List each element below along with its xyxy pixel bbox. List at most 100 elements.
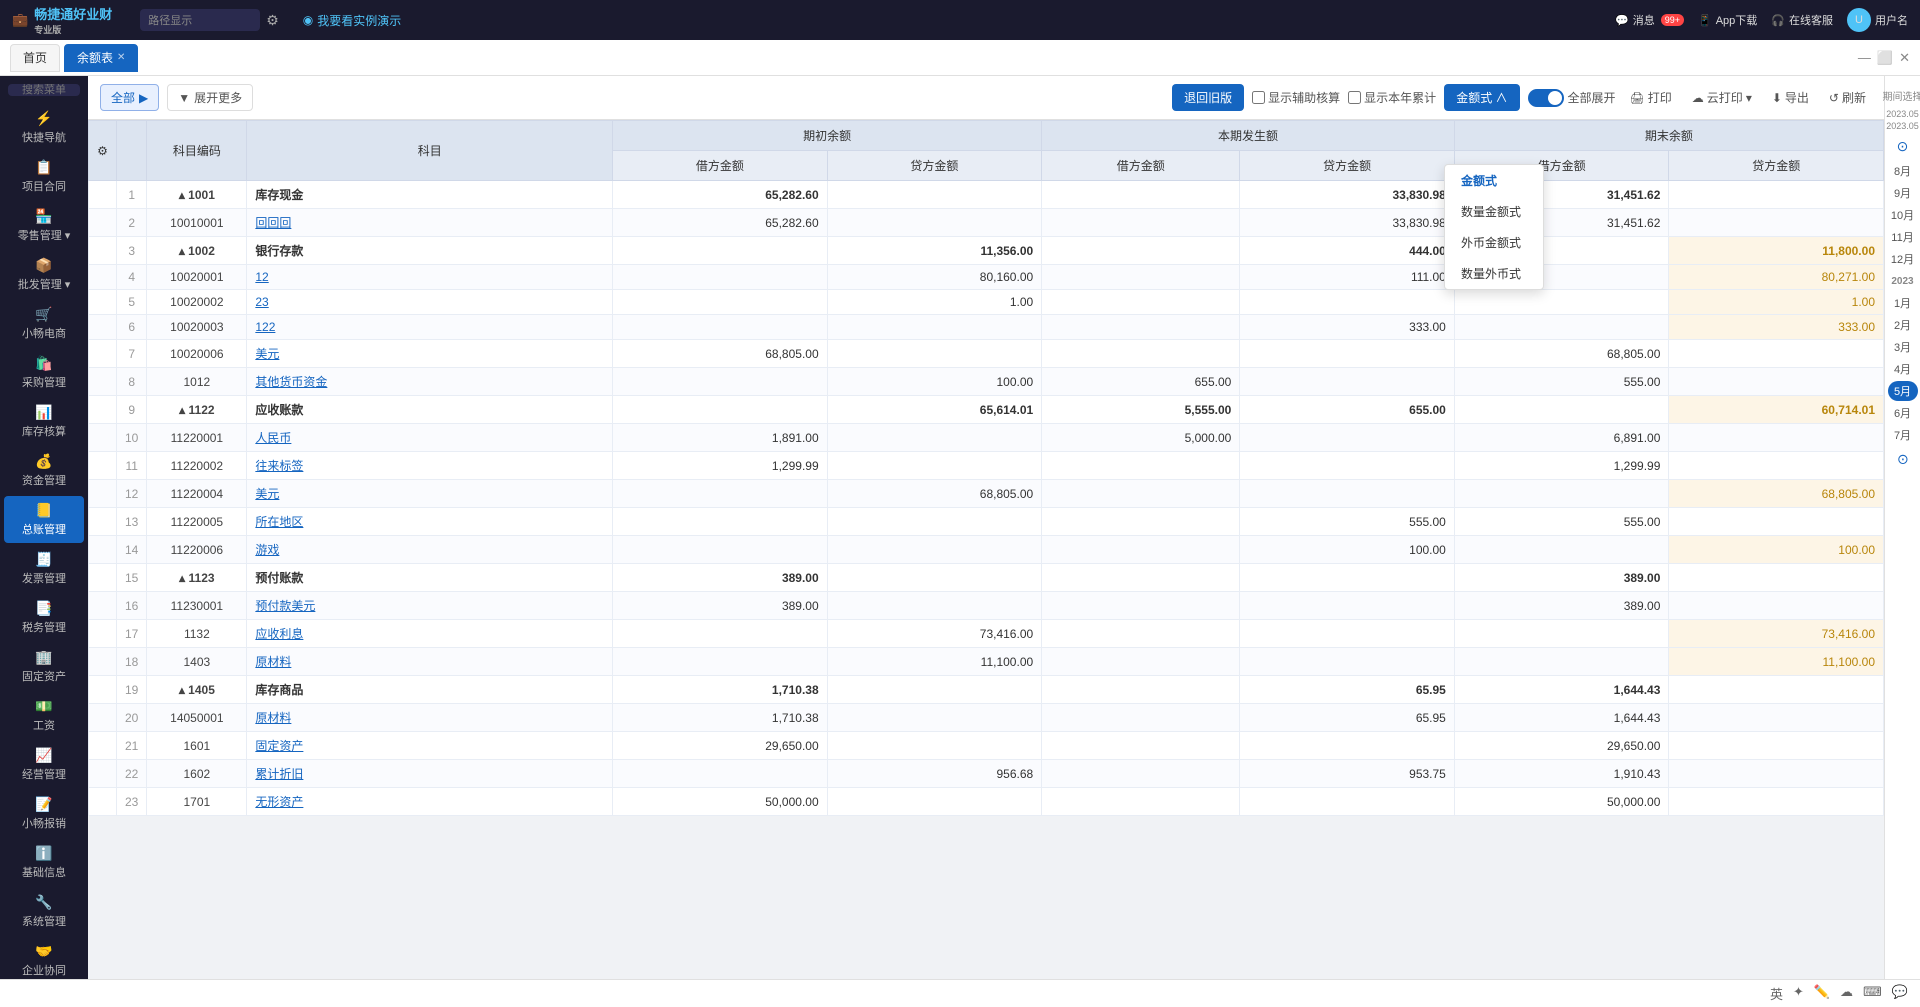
online-service-btn[interactable]: 🎧 在线客服	[1771, 12, 1833, 28]
row-name[interactable]: 游戏	[247, 536, 613, 564]
row-gear[interactable]	[89, 732, 117, 760]
sidebar-item-project[interactable]: 📋 项目合同	[4, 153, 84, 200]
name-link[interactable]: 美元	[255, 487, 279, 501]
name-link[interactable]: 其他货币资金	[255, 375, 327, 389]
toggle-track[interactable]	[1528, 89, 1564, 107]
row-name[interactable]: 原材料	[247, 648, 613, 676]
auxiliary-checkbox-input[interactable]	[1252, 91, 1265, 104]
sidebar-item-system[interactable]: 🔧 系统管理	[4, 888, 84, 935]
collapse-down-icon[interactable]: ⊙	[1897, 451, 1909, 468]
name-link[interactable]: 原材料	[255, 655, 291, 669]
month-1[interactable]: 1月	[1888, 293, 1918, 313]
tab-close-all-icon[interactable]: ✕	[1899, 50, 1910, 66]
name-link[interactable]: 回回回	[255, 216, 291, 230]
row-name[interactable]: 固定资产	[247, 732, 613, 760]
tab-home[interactable]: 首页	[10, 44, 60, 72]
month-2[interactable]: 2月	[1888, 315, 1918, 335]
name-link[interactable]: 应收利息	[255, 627, 303, 641]
row-gear[interactable]	[89, 265, 117, 290]
sidebar-item-wholesale[interactable]: 📦 批发管理 ▾	[4, 251, 84, 298]
month-5[interactable]: 5月	[1888, 381, 1918, 401]
row-gear[interactable]	[89, 368, 117, 396]
name-link[interactable]: 122	[255, 320, 275, 334]
row-gear[interactable]	[89, 181, 117, 209]
row-name[interactable]: 原材料	[247, 704, 613, 732]
cloud-print-button[interactable]: ☁ 云打印 ▾	[1686, 85, 1758, 110]
row-gear[interactable]	[89, 237, 117, 265]
name-link[interactable]: 累计折旧	[255, 767, 303, 781]
return-old-version-button[interactable]: 退回旧版	[1172, 84, 1244, 111]
bottom-star-icon[interactable]: ✦	[1793, 984, 1804, 1003]
sidebar-item-retail[interactable]: 🏪 零售管理 ▾	[4, 202, 84, 249]
month-6[interactable]: 6月	[1888, 403, 1918, 423]
row-gear[interactable]	[89, 592, 117, 620]
name-link[interactable]: 往来标签	[255, 459, 303, 473]
month-9[interactable]: 9月	[1888, 183, 1918, 203]
user-avatar[interactable]: U 用户名	[1847, 8, 1908, 32]
sidebar-item-capital[interactable]: 💰 资金管理	[4, 447, 84, 494]
row-gear[interactable]	[89, 480, 117, 508]
month-8[interactable]: 8月	[1888, 161, 1918, 181]
row-name[interactable]: 美元	[247, 340, 613, 368]
month-4[interactable]: 4月	[1888, 359, 1918, 379]
dropdown-item-quantity-amount[interactable]: 数量金额式	[1445, 196, 1543, 227]
row-gear[interactable]	[89, 648, 117, 676]
sidebar-item-ecommerce[interactable]: 🛒 小畅电商	[4, 300, 84, 347]
sidebar-item-operations[interactable]: 📈 经营管理	[4, 741, 84, 788]
sidebar-item-invoice[interactable]: 🧾 发票管理	[4, 545, 84, 592]
row-name[interactable]: 122	[247, 315, 613, 340]
row-name[interactable]: 人民币	[247, 424, 613, 452]
row-name[interactable]: 往来标签	[247, 452, 613, 480]
tab-minimize-icon[interactable]: —	[1858, 50, 1871, 65]
month-12[interactable]: 12月	[1888, 249, 1918, 269]
mode-button[interactable]: 金额式 ∧	[1444, 84, 1519, 111]
bottom-cloud-icon[interactable]: ☁	[1840, 984, 1853, 1003]
row-gear[interactable]	[89, 452, 117, 480]
name-link[interactable]: 固定资产	[255, 739, 303, 753]
dropdown-item-amount[interactable]: 金额式	[1445, 165, 1543, 196]
name-link[interactable]: 23	[255, 295, 268, 309]
row-gear[interactable]	[89, 704, 117, 732]
row-gear[interactable]	[89, 788, 117, 816]
print-button[interactable]: 🖨 打印	[1624, 85, 1678, 110]
row-gear[interactable]	[89, 536, 117, 564]
message-btn[interactable]: 💬 消息 99+	[1615, 12, 1684, 28]
bottom-chat-icon[interactable]: 💬	[1892, 984, 1908, 1003]
bottom-lang-btn[interactable]: 英	[1770, 984, 1783, 1003]
show-auxiliary-checkbox[interactable]: 显示辅助核算	[1252, 89, 1340, 106]
all-button[interactable]: 全部 ▶	[100, 84, 159, 111]
name-link[interactable]: 所在地区	[255, 515, 303, 529]
settings-icon[interactable]: ⚙	[266, 12, 279, 29]
row-name[interactable]: 所在地区	[247, 508, 613, 536]
row-name[interactable]: 12	[247, 265, 613, 290]
row-name[interactable]: 回回回	[247, 209, 613, 237]
row-name[interactable]: 无形资产	[247, 788, 613, 816]
name-link[interactable]: 12	[255, 270, 268, 284]
month-3[interactable]: 3月	[1888, 337, 1918, 357]
name-link[interactable]: 无形资产	[255, 795, 303, 809]
name-link[interactable]: 原材料	[255, 711, 291, 725]
sidebar-item-base[interactable]: ℹ️ 基础信息	[4, 839, 84, 886]
expand-button[interactable]: ▼ 展开更多	[167, 84, 253, 111]
name-link[interactable]: 预付款美元	[255, 599, 315, 613]
show-ytd-checkbox[interactable]: 显示本年累计	[1348, 89, 1436, 106]
tab-balance[interactable]: 余额表 ✕	[64, 44, 138, 72]
tab-maximize-icon[interactable]: ⬜	[1877, 50, 1893, 66]
row-gear[interactable]	[89, 424, 117, 452]
export-button[interactable]: ⬇ 导出	[1766, 85, 1815, 110]
search-input[interactable]	[8, 84, 80, 96]
demo-link[interactable]: ◉ 我要看实例演示	[303, 12, 402, 29]
bottom-edit-icon[interactable]: ✏️	[1814, 984, 1830, 1003]
name-link[interactable]: 游戏	[255, 543, 279, 557]
sidebar-item-purchase[interactable]: 🛍️ 采购管理	[4, 349, 84, 396]
row-gear[interactable]	[89, 564, 117, 592]
row-gear[interactable]	[89, 209, 117, 237]
row-gear[interactable]	[89, 290, 117, 315]
sidebar-item-ledger[interactable]: 📒 总账管理	[4, 496, 84, 543]
tab-close-icon[interactable]: ✕	[117, 52, 125, 63]
row-gear[interactable]	[89, 340, 117, 368]
dropdown-item-quantity-foreign[interactable]: 数量外币式	[1445, 258, 1543, 289]
full-expand-toggle[interactable]: 全部展开	[1528, 89, 1616, 107]
month-11[interactable]: 11月	[1888, 227, 1918, 247]
dropdown-item-foreign-amount[interactable]: 外币金额式	[1445, 227, 1543, 258]
